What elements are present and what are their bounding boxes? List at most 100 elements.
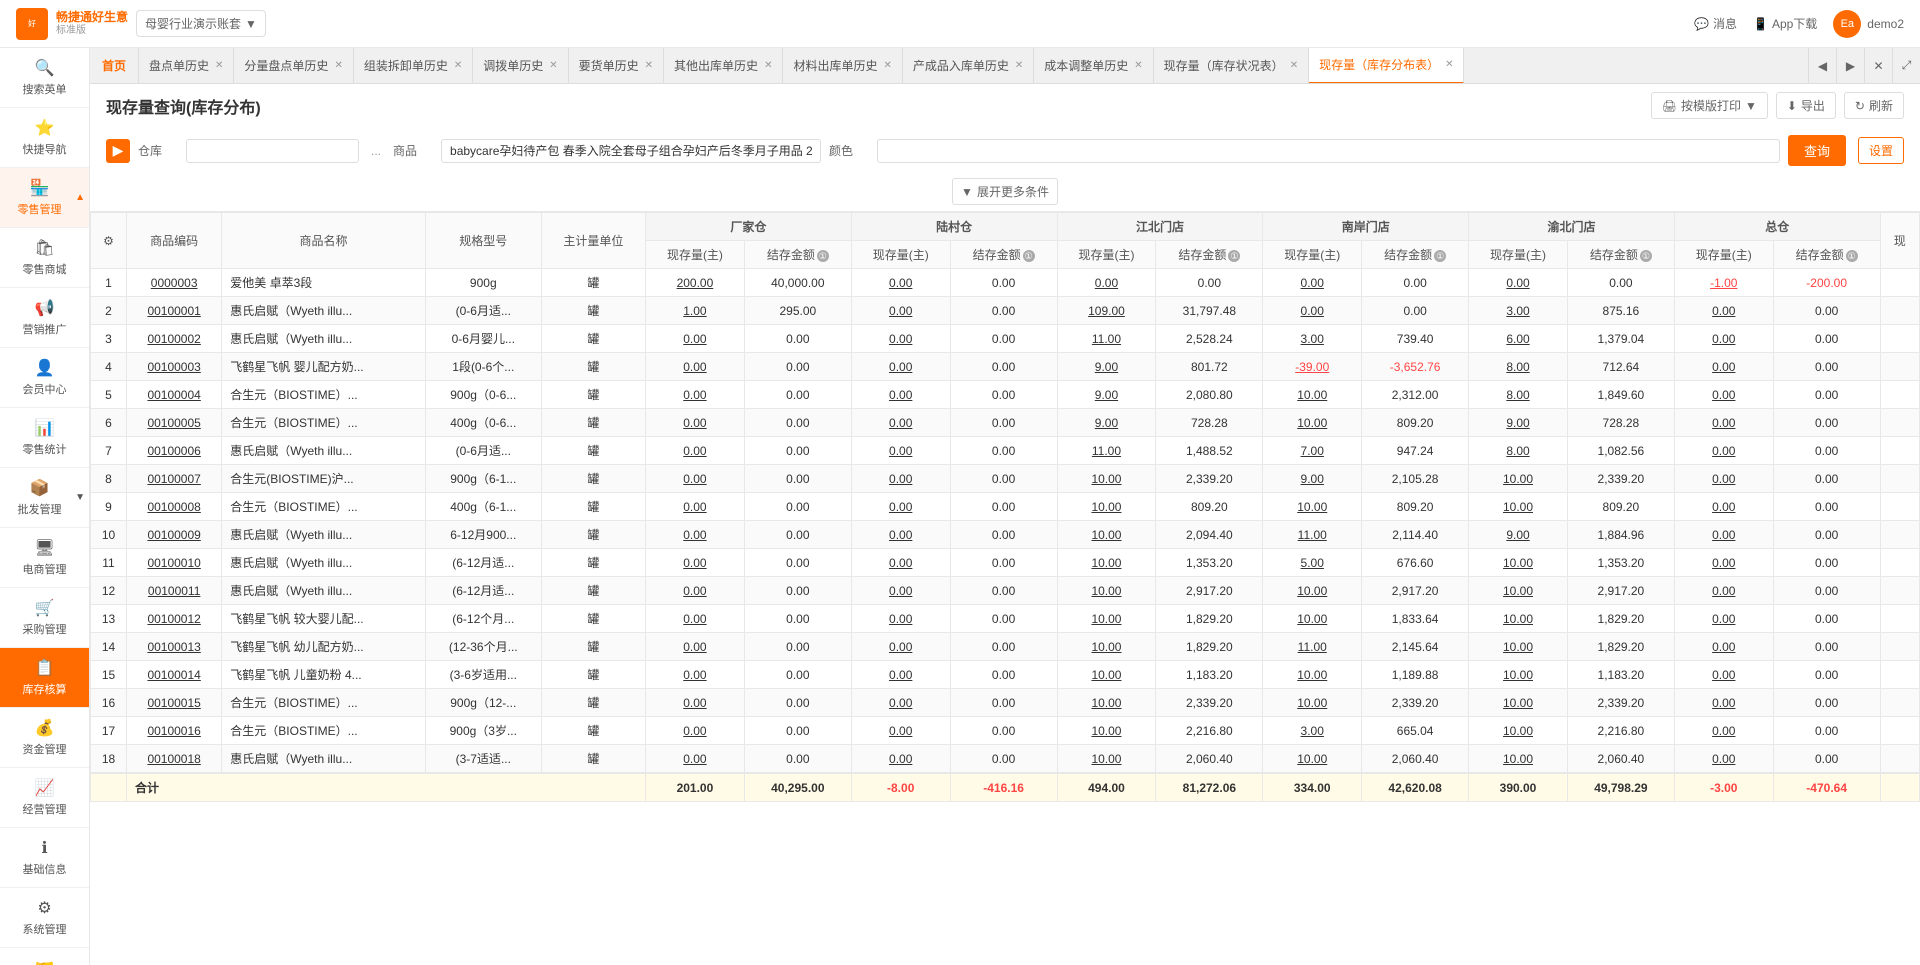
row-cf-amt: 0.00 bbox=[744, 521, 851, 549]
close-icon[interactable]: ✕ bbox=[215, 60, 223, 71]
nav-next-btn[interactable]: ▶ bbox=[1836, 48, 1864, 84]
row-code: 00100006 bbox=[127, 437, 222, 465]
row-jb-qty: 10.00 bbox=[1057, 549, 1156, 577]
settings-btn[interactable]: 设置 bbox=[1858, 137, 1904, 164]
close-icon[interactable]: ✕ bbox=[883, 60, 891, 71]
row-name: 合生元（BIOSTIME）... bbox=[222, 409, 426, 437]
table-container[interactable]: ⚙ 商品编码 商品名称 规格型号 主计量单位 厂家仓 陆村仓 江北门店 南岸门店… bbox=[90, 212, 1920, 965]
close-icon[interactable]: ✕ bbox=[1445, 59, 1453, 70]
row-yb-qty: 9.00 bbox=[1469, 409, 1568, 437]
sidebar-item-member[interactable]: 👤 会员中心 bbox=[0, 348, 89, 408]
tab-cost-adjust[interactable]: 成本调整单历史 ✕ bbox=[1034, 48, 1153, 84]
row-cf-amt: 0.00 bbox=[744, 661, 851, 689]
info-icon[interactable]: ① bbox=[817, 250, 829, 262]
row-lc-qty: 0.00 bbox=[851, 549, 950, 577]
info-icon[interactable]: ① bbox=[1640, 250, 1652, 262]
info-icon[interactable]: ① bbox=[1228, 250, 1240, 262]
row-name: 惠氏启赋（Wyeth illu... bbox=[222, 745, 426, 774]
info-icon[interactable]: ① bbox=[1846, 250, 1858, 262]
query-btn[interactable]: 查询 bbox=[1788, 135, 1846, 166]
sidebar-item-retail-mgmt[interactable]: 🏪 零售管理 ▲ bbox=[0, 168, 89, 228]
row-cf-qty: 0.00 bbox=[646, 353, 745, 381]
row-unit: 罐 bbox=[541, 521, 645, 549]
row-yb-qty: 10.00 bbox=[1469, 689, 1568, 717]
filter-toggle-btn[interactable]: ▶ bbox=[106, 139, 130, 163]
nav-close-btn[interactable]: ✕ bbox=[1864, 48, 1892, 84]
msg-btn[interactable]: 💬 消息 bbox=[1694, 15, 1737, 32]
tab-other-out[interactable]: 其他出库单历史 ✕ bbox=[664, 48, 783, 84]
sidebar-item-basic-info[interactable]: ℹ 基础信息 bbox=[0, 828, 89, 888]
close-icon[interactable]: ✕ bbox=[334, 60, 342, 71]
row-name: 飞鹤星飞帆 较大婴儿配... bbox=[222, 605, 426, 633]
sidebar-item-system[interactable]: ⚙ 系统管理 bbox=[0, 888, 89, 948]
nanan-header: 南岸门店 bbox=[1263, 213, 1469, 241]
tab-stocktake[interactable]: 盘点单历史 ✕ bbox=[139, 48, 234, 84]
sidebar-item-nav[interactable]: ⭐ 快捷导航 bbox=[0, 108, 89, 168]
app-label: App下载 bbox=[1772, 15, 1817, 32]
sidebar-item-marketing[interactable]: 📢 营销推广 bbox=[0, 288, 89, 348]
sidebar-item-wholesale[interactable]: 📦 批发管理 ▼ bbox=[0, 468, 89, 528]
row-total-amt: 0.00 bbox=[1773, 549, 1880, 577]
nav-tabs: 首页 盘点单历史 ✕ 分量盘点单历史 ✕ 组装拆卸单历史 ✕ 调拨单历史 ✕ 要… bbox=[90, 48, 1920, 84]
tab-inventory-dist[interactable]: 现存量（库存分布表） ✕ bbox=[1309, 48, 1464, 84]
row-no: 2 bbox=[91, 297, 127, 325]
color-input[interactable] bbox=[877, 139, 1780, 163]
tab-home[interactable]: 首页 bbox=[90, 48, 139, 84]
row-total-qty: 0.00 bbox=[1674, 521, 1773, 549]
sidebar-item-search[interactable]: 🔍 搜索英单 bbox=[0, 48, 89, 108]
row-cf-qty: 0.00 bbox=[646, 577, 745, 605]
current-col-header: 现 bbox=[1880, 213, 1919, 269]
row-total-amt: 0.00 bbox=[1773, 297, 1880, 325]
row-lc-qty: 0.00 bbox=[851, 325, 950, 353]
close-icon[interactable]: ✕ bbox=[764, 60, 772, 71]
export-btn[interactable]: ⬇ 导出 bbox=[1776, 92, 1836, 119]
row-yb-amt: 1,183.20 bbox=[1567, 661, 1674, 689]
sidebar-item-finance[interactable]: 💰 资金管理 bbox=[0, 708, 89, 768]
sidebar-item-purchase[interactable]: 🛒 采购管理 bbox=[0, 588, 89, 648]
tab-inventory-status[interactable]: 现存量（库存状况表） ✕ bbox=[1154, 48, 1309, 84]
row-jb-amt: 2,216.80 bbox=[1156, 717, 1263, 745]
settings-col-header[interactable]: ⚙ bbox=[91, 213, 127, 269]
sidebar-item-collab[interactable]: 🤝 企业协同 bbox=[0, 948, 89, 965]
print-btn[interactable]: 🖨 按模版打印 ▼ bbox=[1651, 92, 1768, 119]
handshake-icon: 🤝 bbox=[35, 958, 55, 965]
row-code: 00100002 bbox=[127, 325, 222, 353]
app-download-btn[interactable]: 📱 App下载 bbox=[1753, 15, 1817, 32]
tab-assembly[interactable]: 组装拆卸单历史 ✕ bbox=[354, 48, 473, 84]
chart-icon: 📊 bbox=[35, 418, 55, 438]
row-unit: 罐 bbox=[541, 717, 645, 745]
close-icon[interactable]: ✕ bbox=[1134, 60, 1142, 71]
row-unit: 罐 bbox=[541, 577, 645, 605]
account-selector[interactable]: 母婴行业演示账套 ▼ bbox=[136, 10, 266, 37]
info-icon[interactable]: ① bbox=[1434, 250, 1446, 262]
logo-text: 畅捷通好生意 bbox=[56, 10, 128, 24]
sidebar-item-inventory[interactable]: 📋 库存核算 bbox=[0, 648, 89, 708]
nav-prev-btn[interactable]: ◀ bbox=[1808, 48, 1836, 84]
warehouse-input[interactable] bbox=[186, 139, 359, 163]
close-icon[interactable]: ✕ bbox=[645, 60, 653, 71]
nav-expand-btn[interactable]: ⤢ bbox=[1892, 48, 1920, 84]
goods-input[interactable] bbox=[441, 139, 821, 163]
close-icon[interactable]: ✕ bbox=[1290, 60, 1298, 71]
close-icon[interactable]: ✕ bbox=[1015, 60, 1023, 71]
refresh-btn[interactable]: ↻ 刷新 bbox=[1844, 92, 1904, 119]
row-unit: 罐 bbox=[541, 381, 645, 409]
tab-partial-stocktake[interactable]: 分量盘点单历史 ✕ bbox=[234, 48, 353, 84]
sidebar-item-operation[interactable]: 📈 经营管理 bbox=[0, 768, 89, 828]
tab-material-out[interactable]: 材料出库单历史 ✕ bbox=[783, 48, 902, 84]
row-extra bbox=[1880, 521, 1919, 549]
name-col-header: 商品名称 bbox=[222, 213, 426, 269]
tab-order[interactable]: 要货单历史 ✕ bbox=[569, 48, 664, 84]
tab-transfer[interactable]: 调拨单历史 ✕ bbox=[473, 48, 568, 84]
close-icon[interactable]: ✕ bbox=[454, 60, 462, 71]
sidebar-item-retail-stats[interactable]: 📊 零售统计 bbox=[0, 408, 89, 468]
tab-product-in[interactable]: 产成品入库单历史 ✕ bbox=[903, 48, 1034, 84]
close-icon[interactable]: ✕ bbox=[549, 60, 557, 71]
sidebar-item-retail-mall[interactable]: 🛍 零售商城 bbox=[0, 228, 89, 288]
expand-conditions-btn[interactable]: ▼ 展开更多条件 bbox=[952, 178, 1058, 205]
footer-cell: -416.16 bbox=[950, 773, 1057, 802]
row-na-amt: 1,189.88 bbox=[1362, 661, 1469, 689]
user-area[interactable]: Ea demo2 bbox=[1833, 10, 1904, 38]
sidebar-item-ecommerce[interactable]: 🖥 电商管理 bbox=[0, 528, 89, 588]
info-icon[interactable]: ① bbox=[1023, 250, 1035, 262]
